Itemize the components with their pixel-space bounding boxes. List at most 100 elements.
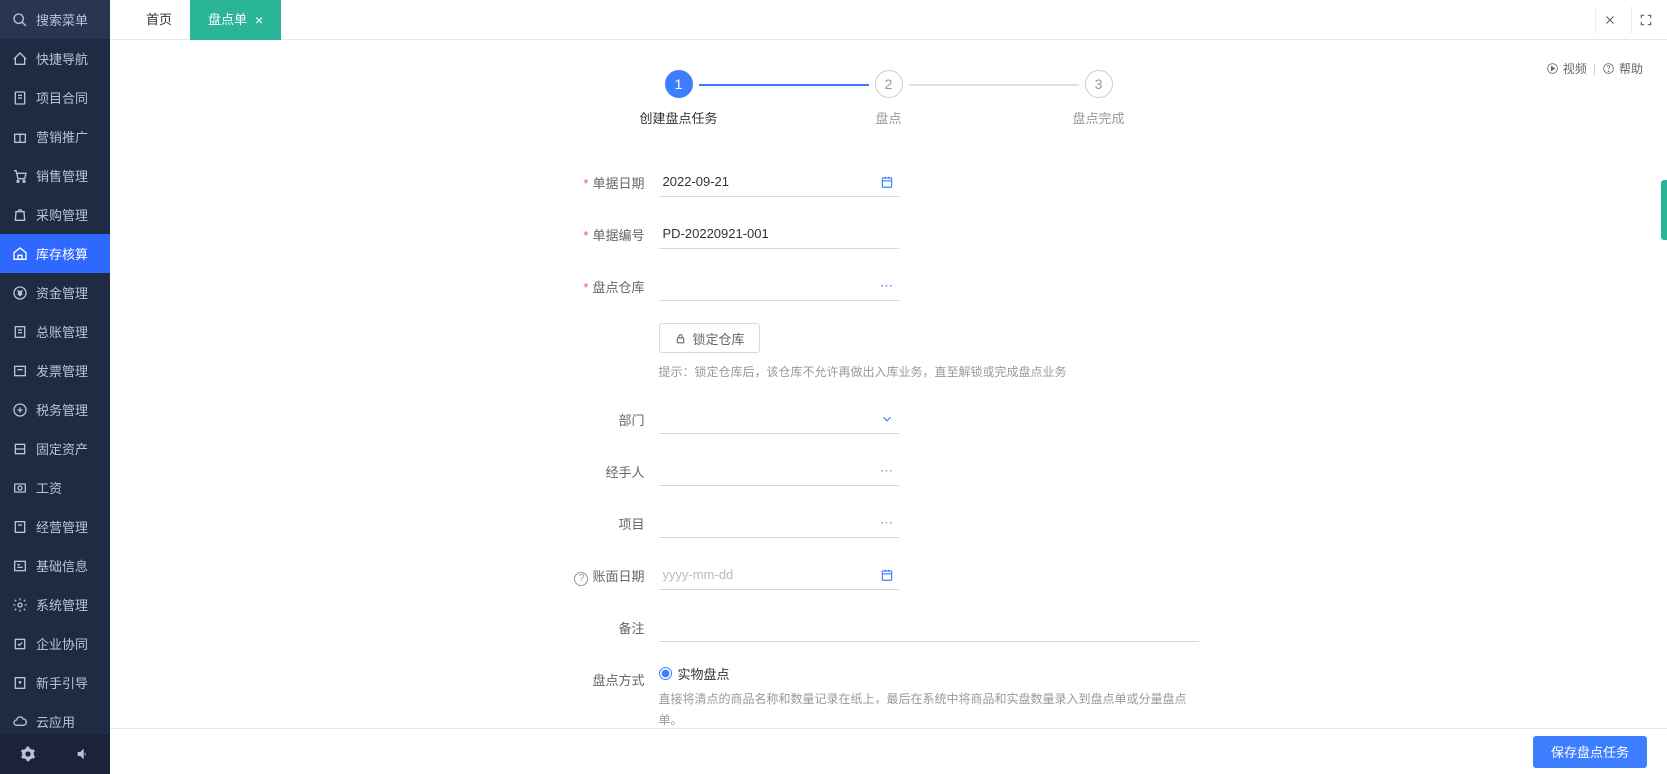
sidebar-item-system[interactable]: 系统管理 xyxy=(0,585,110,624)
sidebar-item-ledger[interactable]: 总账管理 xyxy=(0,312,110,351)
sidebar-item-label: 企业协同 xyxy=(36,634,88,653)
tab-home[interactable]: 首页 xyxy=(128,0,190,40)
lock-hint: 提示：锁定仓库后，该仓库不允许再做出入库业务，直至解锁或完成盘点业务 xyxy=(659,363,1199,382)
sidebar-item-business[interactable]: 经营管理 xyxy=(0,507,110,546)
calendar-icon[interactable] xyxy=(879,567,895,583)
code-input[interactable] xyxy=(659,219,899,249)
step-circle: 2 xyxy=(875,70,903,98)
guide-icon xyxy=(12,675,28,691)
radio-physical[interactable]: 实物盘点 xyxy=(659,664,1199,683)
footer-bar: 保存盘点任务 xyxy=(110,728,1667,774)
sidebar-item-sales[interactable]: 销售管理 xyxy=(0,156,110,195)
right-drawer-handle[interactable] xyxy=(1661,180,1667,240)
sidebar-item-collab[interactable]: 企业协同 xyxy=(0,624,110,663)
divider: | xyxy=(1593,62,1596,76)
collab-icon xyxy=(12,636,28,652)
sidebar-item-label: 固定资产 xyxy=(36,439,88,458)
tabs-close-button[interactable] xyxy=(1595,6,1623,34)
step-2: 2 盘点 xyxy=(784,70,994,127)
help-link[interactable]: 帮助 xyxy=(1602,60,1643,77)
sidebar-item-inventory[interactable]: 库存核算 xyxy=(0,234,110,273)
home-icon xyxy=(12,51,28,67)
tab-inventory-check[interactable]: 盘点单 × xyxy=(190,0,281,40)
sidebar-item-purchase[interactable]: 采购管理 xyxy=(0,195,110,234)
sidebar-item-label: 工资 xyxy=(36,478,62,497)
calendar-icon[interactable] xyxy=(879,174,895,190)
tabs-bar: 首页 盘点单 × xyxy=(110,0,1667,40)
tab-label: 盘点单 xyxy=(208,0,247,40)
close-icon[interactable]: × xyxy=(255,0,263,40)
biz-icon xyxy=(12,519,28,535)
sidebar-item-label: 税务管理 xyxy=(36,400,88,419)
sidebar-item-label: 发票管理 xyxy=(36,361,88,380)
salary-icon xyxy=(12,480,28,496)
step-label: 创建盘点任务 xyxy=(639,108,717,127)
coin-icon: ¥ xyxy=(12,285,28,301)
asset-icon xyxy=(12,441,28,457)
remark-label: 备注 xyxy=(539,612,659,637)
operator-label: 经手人 xyxy=(539,456,659,481)
sidebar-item-label: 基础信息 xyxy=(36,556,88,575)
steps-indicator: 1 创建盘点任务 2 盘点 3 盘点完成 xyxy=(110,70,1667,127)
sidebar-search-label: 搜索菜单 xyxy=(36,10,88,29)
bag-icon xyxy=(12,207,28,223)
sidebar-item-label: 采购管理 xyxy=(36,205,88,224)
sidebar-item-label: 系统管理 xyxy=(36,595,88,614)
sidebar-item-guide[interactable]: 新手引导 xyxy=(0,663,110,702)
volume-icon[interactable] xyxy=(75,746,91,762)
save-task-button[interactable]: 保存盘点任务 xyxy=(1533,736,1647,768)
sidebar-item-funds[interactable]: ¥ 资金管理 xyxy=(0,273,110,312)
sidebar-item-basicinfo[interactable]: 基础信息 xyxy=(0,546,110,585)
sidebar-search[interactable]: 搜索菜单 xyxy=(0,0,110,39)
project-input[interactable] xyxy=(659,508,899,538)
radio-physical-input[interactable] xyxy=(659,667,672,680)
dept-select[interactable] xyxy=(659,404,899,434)
svg-text:¥: ¥ xyxy=(18,290,22,297)
help-icon[interactable]: ? xyxy=(574,572,588,586)
sidebar-footer xyxy=(0,734,110,774)
invoice-icon xyxy=(12,363,28,379)
date-input[interactable] xyxy=(659,167,899,197)
sidebar-item-label: 云应用 xyxy=(36,712,75,731)
sidebar-item-label: 销售管理 xyxy=(36,166,88,185)
book-date-input[interactable] xyxy=(659,560,899,590)
settings-icon[interactable] xyxy=(20,746,36,762)
sidebar-item-label: 快捷导航 xyxy=(36,49,88,68)
lock-icon xyxy=(674,332,687,345)
step-circle: 1 xyxy=(665,70,693,98)
sidebar-item-salary[interactable]: 工资 xyxy=(0,468,110,507)
chevron-down-icon[interactable] xyxy=(879,411,895,427)
more-icon[interactable]: ⋯ xyxy=(879,515,895,531)
sidebar-item-invoice[interactable]: 发票管理 xyxy=(0,351,110,390)
more-icon[interactable]: ⋯ xyxy=(879,463,895,479)
fullscreen-icon[interactable] xyxy=(1631,6,1659,34)
book-date-label: ?账面日期 xyxy=(539,560,659,586)
gift-icon xyxy=(12,129,28,145)
more-icon[interactable]: ⋯ xyxy=(879,278,895,294)
sidebar-item-quicknav[interactable]: 快捷导航 xyxy=(0,39,110,78)
lock-label-spacer xyxy=(539,323,659,329)
ledger-icon xyxy=(12,324,28,340)
sidebar-item-tax[interactable]: 税务管理 xyxy=(0,390,110,429)
sys-icon xyxy=(12,597,28,613)
operator-input[interactable] xyxy=(659,456,899,486)
step-1: 1 创建盘点任务 xyxy=(574,70,784,127)
sidebar-item-asset[interactable]: 固定资产 xyxy=(0,429,110,468)
step-label: 盘点 xyxy=(875,108,901,127)
date-label: 单据日期 xyxy=(539,167,659,192)
physical-desc1: 直接将清点的商品名称和数量记录在纸上，最后在系统中将商品和实盘数量录入到盘点单或… xyxy=(659,689,1199,730)
house-icon xyxy=(12,246,28,262)
remark-input[interactable] xyxy=(659,612,1199,642)
top-help-links: 视频 | 帮助 xyxy=(1546,60,1643,77)
warehouse-input[interactable] xyxy=(659,271,899,301)
sidebar-item-label: 总账管理 xyxy=(36,322,88,341)
lock-warehouse-button[interactable]: 锁定仓库 xyxy=(659,323,760,353)
sidebar-item-cloud[interactable]: 云应用 xyxy=(0,702,110,734)
sidebar: 搜索菜单 快捷导航 项目合同 营销推广 销售管理 采购管理 xyxy=(0,0,110,774)
sidebar-item-contract[interactable]: 项目合同 xyxy=(0,78,110,117)
video-link[interactable]: 视频 xyxy=(1546,60,1587,77)
warehouse-label: 盘点仓库 xyxy=(539,271,659,296)
sidebar-item-marketing[interactable]: 营销推广 xyxy=(0,117,110,156)
step-label: 盘点完成 xyxy=(1072,108,1124,127)
tax-icon xyxy=(12,402,28,418)
